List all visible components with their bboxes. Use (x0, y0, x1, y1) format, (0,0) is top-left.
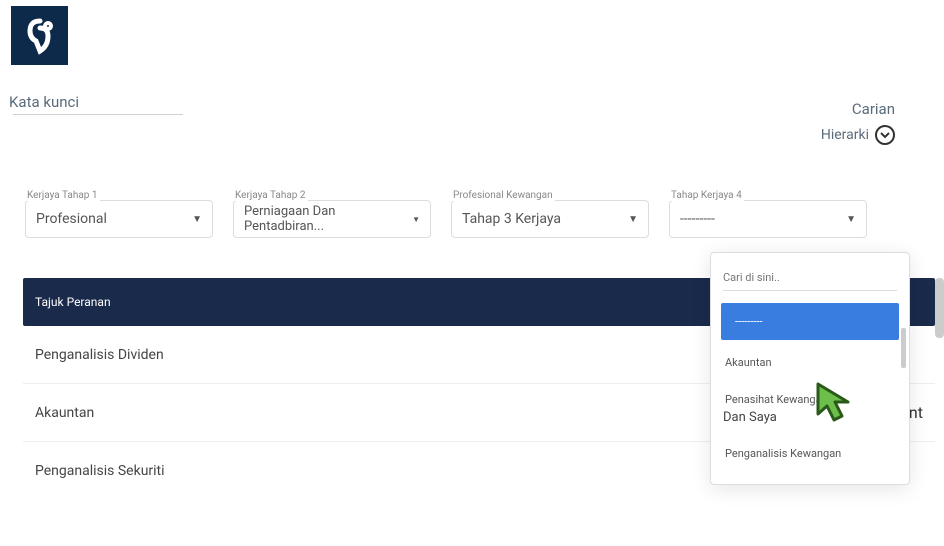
keyword-label: Kata kunci (9, 93, 79, 111)
table-cell-title: Penganalisis Dividen (35, 347, 164, 363)
dropdown-kerjaya-tahap-1[interactable]: Kerjaya Tahap 1 Profesional ▼ (25, 200, 213, 238)
dropdown-search-input[interactable] (723, 271, 897, 291)
dropdown-profesional-kewangan[interactable]: Profesional Kewangan Tahap 3 Kerjaya ▼ (451, 200, 649, 238)
dropdown-value: --------- (680, 211, 715, 227)
dropdown-panel-tahap-4: --------- Akauntan Penasihat Kewangan Da… (710, 252, 910, 485)
dropdown-option[interactable]: Penasihat Kewangan (711, 381, 909, 408)
filter-row: Kerjaya Tahap 1 Profesional ▼ Kerjaya Ta… (25, 200, 867, 238)
carian-label[interactable]: Carian (852, 100, 895, 118)
dropdown-label: Profesional Kewangan (451, 190, 555, 201)
dropdown-value: Profesional (36, 211, 107, 227)
dropdown-value: Perniagaan Dan Pentadbiran... (244, 204, 412, 234)
caret-down-icon: ▼ (412, 215, 420, 224)
hierarki-toggle[interactable]: Hierarki (821, 125, 895, 145)
caret-down-icon: ▼ (846, 214, 856, 225)
dropdown-kerjaya-tahap-2[interactable]: Kerjaya Tahap 2 Perniagaan Dan Pentadbir… (233, 200, 431, 238)
dropdown-option[interactable]: Dan Saya (711, 408, 909, 435)
table-cell-title: Penganalisis Sekuriti (35, 463, 165, 479)
scrollbar[interactable] (935, 278, 944, 338)
dropdown-option-selected[interactable]: --------- (721, 303, 899, 340)
dropdown-label: Kerjaya Tahap 1 (25, 190, 100, 201)
dropdown-value: Tahap 3 Kerjaya (462, 211, 561, 227)
hook-icon (20, 16, 60, 56)
dropdown-label: Tahap Kerjaya 4 (669, 190, 744, 201)
table-cell-title: Akauntan (35, 405, 94, 421)
dropdown-option[interactable]: Penganalisis Kewangan (711, 435, 909, 472)
hierarki-label: Hierarki (821, 127, 869, 143)
caret-down-icon: ▼ (192, 214, 202, 225)
panel-scrollbar[interactable] (901, 328, 906, 368)
caret-down-icon: ▼ (628, 214, 638, 225)
dropdown-label: Kerjaya Tahap 2 (233, 190, 308, 201)
dropdown-tahap-kerjaya-4[interactable]: Tahap Kerjaya 4 --------- ▼ (669, 200, 867, 238)
dropdown-option[interactable]: Akauntan (711, 344, 909, 381)
keyword-input-underline[interactable] (13, 114, 183, 115)
app-logo[interactable] (11, 6, 68, 65)
chevron-down-icon (875, 125, 895, 145)
table-header-title: Tajuk Peranan (35, 295, 111, 309)
